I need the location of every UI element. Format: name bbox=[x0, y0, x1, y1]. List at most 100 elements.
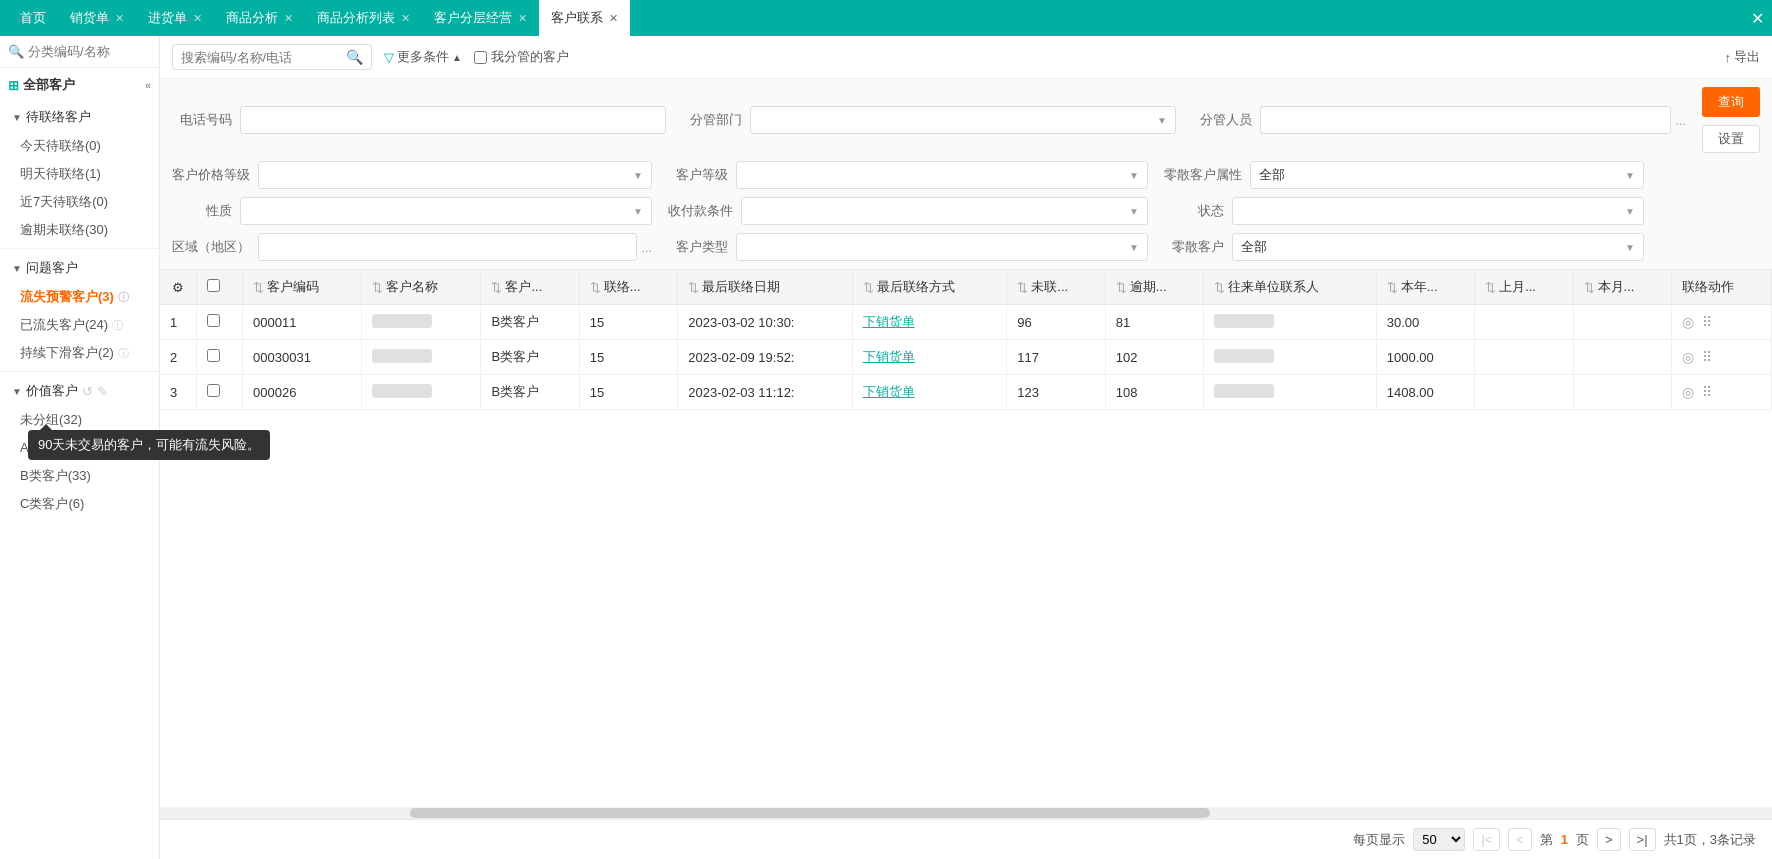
filter-region-select[interactable] bbox=[258, 233, 637, 261]
group-pending-contact[interactable]: ▼ 待联络客户 bbox=[0, 102, 159, 132]
filter-region-label: 区域（地区） bbox=[172, 238, 250, 256]
last-contact-method-cell[interactable]: 下销货单 bbox=[852, 305, 1007, 340]
my-customers-checkbox[interactable] bbox=[474, 51, 487, 64]
filter-phone-input[interactable] bbox=[240, 106, 666, 134]
sidebar-search-input[interactable] bbox=[28, 44, 151, 59]
tab-customer-tier[interactable]: 客户分层经营 ✕ bbox=[422, 0, 539, 36]
filter-person-select[interactable] bbox=[1260, 106, 1671, 134]
sidebar-item-declining[interactable]: 持续下滑客户(2) ⓘ bbox=[0, 339, 159, 367]
filter-nature-select[interactable]: ▼ bbox=[240, 197, 652, 225]
group-problem-customers[interactable]: ▼ 问题客户 bbox=[0, 253, 159, 283]
more-action-icon[interactable]: ⠿ bbox=[1702, 349, 1712, 365]
contact-method-link[interactable]: 下销货单 bbox=[863, 349, 915, 364]
checkbox-cell[interactable] bbox=[196, 375, 243, 410]
sidebar-item-tomorrow[interactable]: 明天待联络(1) bbox=[0, 160, 159, 188]
settings-column-header[interactable]: ⚙ bbox=[160, 270, 196, 305]
name-cell bbox=[362, 340, 481, 375]
prev-page-button[interactable]: < bbox=[1508, 828, 1532, 851]
tab-product-analysis[interactable]: 商品分析 ✕ bbox=[214, 0, 305, 36]
search-button-icon[interactable]: 🔍 bbox=[346, 49, 363, 65]
close-icon[interactable]: ✕ bbox=[518, 12, 527, 25]
filter-phone-label: 电话号码 bbox=[172, 111, 232, 129]
more-conditions-toggle[interactable]: ▽ 更多条件 ▲ bbox=[384, 48, 462, 66]
more-options-icon[interactable]: ... bbox=[641, 240, 652, 255]
sidebar-item-overdue[interactable]: 逾期未联络(30) bbox=[0, 216, 159, 244]
per-page-select[interactable]: 50 100 bbox=[1413, 828, 1465, 851]
tab-product-analysis-list[interactable]: 商品分析列表 ✕ bbox=[305, 0, 422, 36]
more-options-icon[interactable]: ... bbox=[1675, 113, 1686, 128]
my-customers-checkbox-label[interactable]: 我分管的客户 bbox=[474, 48, 569, 66]
tab-home[interactable]: 首页 bbox=[8, 0, 58, 36]
scrollbar-thumb[interactable] bbox=[410, 808, 1210, 818]
more-action-icon[interactable]: ⠿ bbox=[1702, 384, 1712, 400]
refresh-icon[interactable]: ↺ bbox=[82, 384, 93, 399]
actions-cell: ◎ ⠿ bbox=[1671, 340, 1771, 375]
contact-action-icon[interactable]: ◎ bbox=[1682, 384, 1694, 400]
table-container: ⚙ ⇅ 客户编码 ⇅ bbox=[160, 270, 1772, 807]
contact-method-link[interactable]: 下销货单 bbox=[863, 384, 915, 399]
sidebar-item-churned[interactable]: 已流失客户(24) ⓘ bbox=[0, 311, 159, 339]
group-value-customers[interactable]: ▼ 价值客户 ↺ ✎ bbox=[0, 376, 159, 406]
filter-price-level-label: 客户价格等级 bbox=[172, 166, 250, 184]
all-customers-header[interactable]: ⊞ 全部客户 « bbox=[0, 68, 159, 102]
contact-action-icon[interactable]: ◎ bbox=[1682, 314, 1694, 330]
row-checkbox[interactable] bbox=[207, 349, 220, 362]
checkbox-cell[interactable] bbox=[196, 305, 243, 340]
checkbox-column-header[interactable] bbox=[196, 270, 243, 305]
tab-purchase[interactable]: 进货单 ✕ bbox=[136, 0, 214, 36]
last-contact-method-cell[interactable]: 下销货单 bbox=[852, 375, 1007, 410]
close-icon[interactable]: ✕ bbox=[284, 12, 293, 25]
chevron-left-icon: « bbox=[145, 79, 151, 91]
close-icon[interactable]: ✕ bbox=[193, 12, 202, 25]
sidebar-item-today[interactable]: 今天待联络(0) bbox=[0, 132, 159, 160]
filter-zero-attr-select[interactable]: 全部 ▼ bbox=[1250, 161, 1644, 189]
uncontacted-cell: 123 bbox=[1007, 375, 1105, 410]
filter-status-select[interactable]: ▼ bbox=[1232, 197, 1644, 225]
close-all-button[interactable]: ✕ bbox=[1751, 9, 1764, 28]
col-header-last-contact-date: ⇅ 最后联络日期 bbox=[678, 270, 852, 305]
filter-customer-level-select[interactable]: ▼ bbox=[736, 161, 1148, 189]
horizontal-scrollbar[interactable] bbox=[160, 807, 1772, 819]
settings-button[interactable]: 设置 bbox=[1702, 125, 1760, 153]
row-checkbox[interactable] bbox=[207, 314, 220, 327]
this-year-cell: 1000.00 bbox=[1376, 340, 1474, 375]
sidebar-item-7days[interactable]: 近7天待联络(0) bbox=[0, 188, 159, 216]
export-button[interactable]: ↑ 导出 bbox=[1725, 48, 1761, 66]
checkbox-cell[interactable] bbox=[196, 340, 243, 375]
tab-customer-contact[interactable]: 客户联系 ✕ bbox=[539, 0, 630, 36]
filter-phone-field: 电话号码 bbox=[172, 106, 666, 134]
sidebar-item-churn-warning[interactable]: 流失预警客户(3) ⓘ bbox=[0, 283, 159, 311]
filter-payment-select[interactable]: ▼ bbox=[741, 197, 1148, 225]
edit-icon[interactable]: ✎ bbox=[97, 384, 108, 399]
last-page-button[interactable]: >| bbox=[1629, 828, 1656, 851]
close-icon[interactable]: ✕ bbox=[401, 12, 410, 25]
filter-dept-field: 分管部门 ▼ bbox=[682, 106, 1176, 134]
this-month-cell bbox=[1573, 340, 1671, 375]
sidebar-search-area: 🔍 bbox=[0, 36, 159, 68]
filter-zero-customer-select[interactable]: 全部 ▼ bbox=[1232, 233, 1644, 261]
next-page-button[interactable]: > bbox=[1597, 828, 1621, 851]
search-input[interactable] bbox=[181, 50, 346, 65]
tab-sales[interactable]: 销货单 ✕ bbox=[58, 0, 136, 36]
last-contact-method-cell[interactable]: 下销货单 bbox=[852, 340, 1007, 375]
close-icon[interactable]: ✕ bbox=[115, 12, 124, 25]
close-icon[interactable]: ✕ bbox=[609, 12, 618, 25]
filter-dept-select[interactable]: ▼ bbox=[750, 106, 1176, 134]
filter-zero-customer-field: 零散客户 全部 ▼ bbox=[1164, 233, 1644, 261]
filter-customer-type-select[interactable]: ▼ bbox=[736, 233, 1148, 261]
query-button[interactable]: 查询 bbox=[1702, 87, 1760, 117]
sidebar-item-class-c[interactable]: C类客户(6) bbox=[0, 490, 159, 518]
filter-price-level-select[interactable]: ▼ bbox=[258, 161, 652, 189]
col-header-type: ⇅ 客户... bbox=[481, 270, 579, 305]
sidebar-item-class-b[interactable]: B类客户(33) bbox=[0, 462, 159, 490]
filter-nature-field: 性质 ▼ bbox=[172, 197, 652, 225]
contact-action-icon[interactable]: ◎ bbox=[1682, 349, 1694, 365]
chevron-down-icon: ▼ bbox=[1129, 206, 1139, 217]
name-cell bbox=[362, 375, 481, 410]
row-checkbox[interactable] bbox=[207, 384, 220, 397]
contact-method-link[interactable]: 下销货单 bbox=[863, 314, 915, 329]
select-all-checkbox[interactable] bbox=[207, 279, 220, 292]
first-page-button[interactable]: |< bbox=[1473, 828, 1500, 851]
more-action-icon[interactable]: ⠿ bbox=[1702, 314, 1712, 330]
filter-zero-attr-label: 零散客户属性 bbox=[1164, 166, 1242, 184]
